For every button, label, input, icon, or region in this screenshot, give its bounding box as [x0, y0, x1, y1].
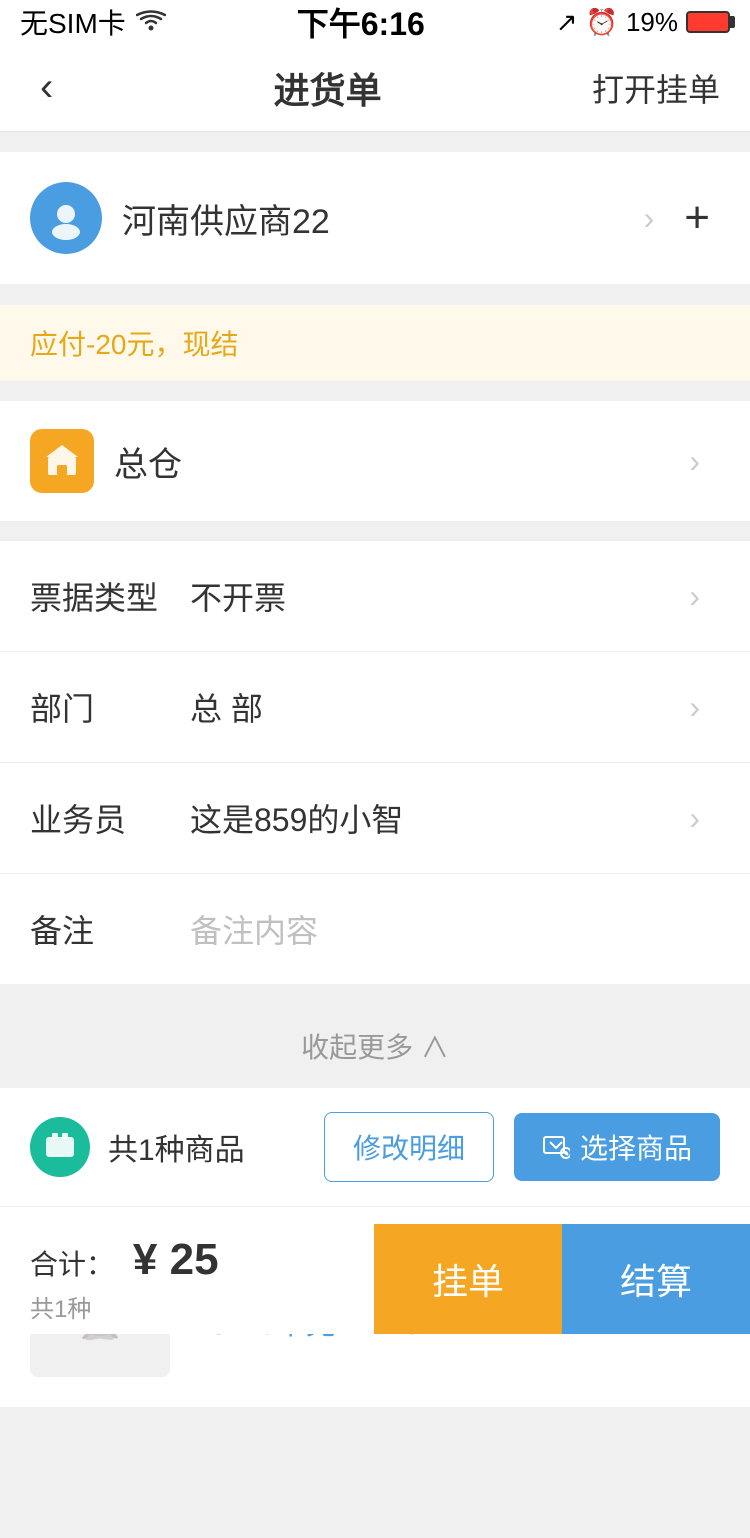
- invoice-chevron-icon: ›: [689, 578, 700, 615]
- invoice-value: 不开票: [190, 573, 689, 619]
- supplier-name: 河南供应商22: [122, 194, 644, 243]
- product-count-text: 共1种商品: [108, 1125, 324, 1169]
- supplier-chevron-icon: ›: [644, 200, 655, 237]
- status-bar: 无SIM卡 下午6:16 ↗ ⏰ 19%: [0, 0, 750, 44]
- dept-chevron-icon: ›: [689, 689, 700, 726]
- select-product-button[interactable]: 选择商品: [514, 1113, 720, 1181]
- status-left: 无SIM卡: [20, 2, 166, 42]
- back-button[interactable]: ‹: [30, 55, 63, 120]
- total-sub: 共1种: [30, 1289, 344, 1324]
- warehouse-row[interactable]: 总仓 ›: [0, 401, 750, 521]
- collapse-bar[interactable]: 收起更多 ∧: [0, 1004, 750, 1088]
- supplier-avatar: [30, 182, 102, 254]
- total-amount: ¥ 25: [133, 1235, 219, 1284]
- dept-row[interactable]: 部门 总 部 ›: [0, 652, 750, 763]
- warehouse-icon: [30, 429, 94, 493]
- location-icon: ↗: [556, 7, 578, 38]
- alarm-icon: ⏰: [586, 7, 618, 38]
- warehouse-card: 总仓 ›: [0, 401, 750, 521]
- page-title: 进货单: [274, 62, 382, 114]
- sales-row[interactable]: 业务员 这是859的小智 ›: [0, 763, 750, 874]
- form-card: 票据类型 不开票 › 部门 总 部 › 业务员 这是859的小智 › 备注 备注…: [0, 541, 750, 984]
- warehouse-chevron-icon: ›: [689, 443, 700, 480]
- remark-row[interactable]: 备注 备注内容: [0, 874, 750, 984]
- warehouse-name: 总仓: [114, 437, 689, 486]
- invoice-row[interactable]: 票据类型 不开票 ›: [0, 541, 750, 652]
- hang-button[interactable]: 挂单: [374, 1224, 562, 1334]
- dept-value: 总 部: [190, 684, 689, 730]
- select-product-label: 选择商品: [580, 1127, 692, 1167]
- wifi-icon: [136, 6, 166, 38]
- battery-percent: 19%: [626, 7, 678, 38]
- product-count-icon: [30, 1117, 90, 1177]
- total-label: 合计：: [30, 1249, 114, 1280]
- sales-value: 这是859的小智: [190, 795, 689, 841]
- battery-icon: [686, 11, 730, 33]
- carrier-text: 无SIM卡: [20, 2, 126, 42]
- remark-value[interactable]: 备注内容: [190, 906, 720, 952]
- edit-detail-button[interactable]: 修改明细: [324, 1112, 494, 1182]
- nav-bar: ‹ 进货单 打开挂单: [0, 44, 750, 132]
- invoice-label: 票据类型: [30, 573, 160, 619]
- time-display: 下午6:16: [297, 0, 425, 45]
- sales-label: 业务员: [30, 795, 160, 841]
- dept-label: 部门: [30, 684, 160, 730]
- product-header: 共1种商品 修改明细 选择商品: [0, 1088, 750, 1207]
- notice-bar: 应付-20元，现结: [0, 305, 750, 381]
- status-right: ↗ ⏰ 19%: [556, 7, 730, 38]
- checkout-button[interactable]: 结算: [562, 1224, 750, 1334]
- sales-chevron-icon: ›: [689, 800, 700, 837]
- remark-label: 备注: [30, 906, 160, 952]
- bottom-bar: 合计： ¥ 25 共1种 挂单 结算: [0, 1224, 750, 1334]
- supplier-card: 河南供应商22 › +: [0, 152, 750, 285]
- add-supplier-button[interactable]: +: [674, 193, 720, 243]
- open-hang-button[interactable]: 打开挂单: [592, 65, 720, 111]
- total-section: 合计： ¥ 25 共1种: [0, 1235, 374, 1324]
- supplier-row[interactable]: 河南供应商22 › +: [0, 152, 750, 285]
